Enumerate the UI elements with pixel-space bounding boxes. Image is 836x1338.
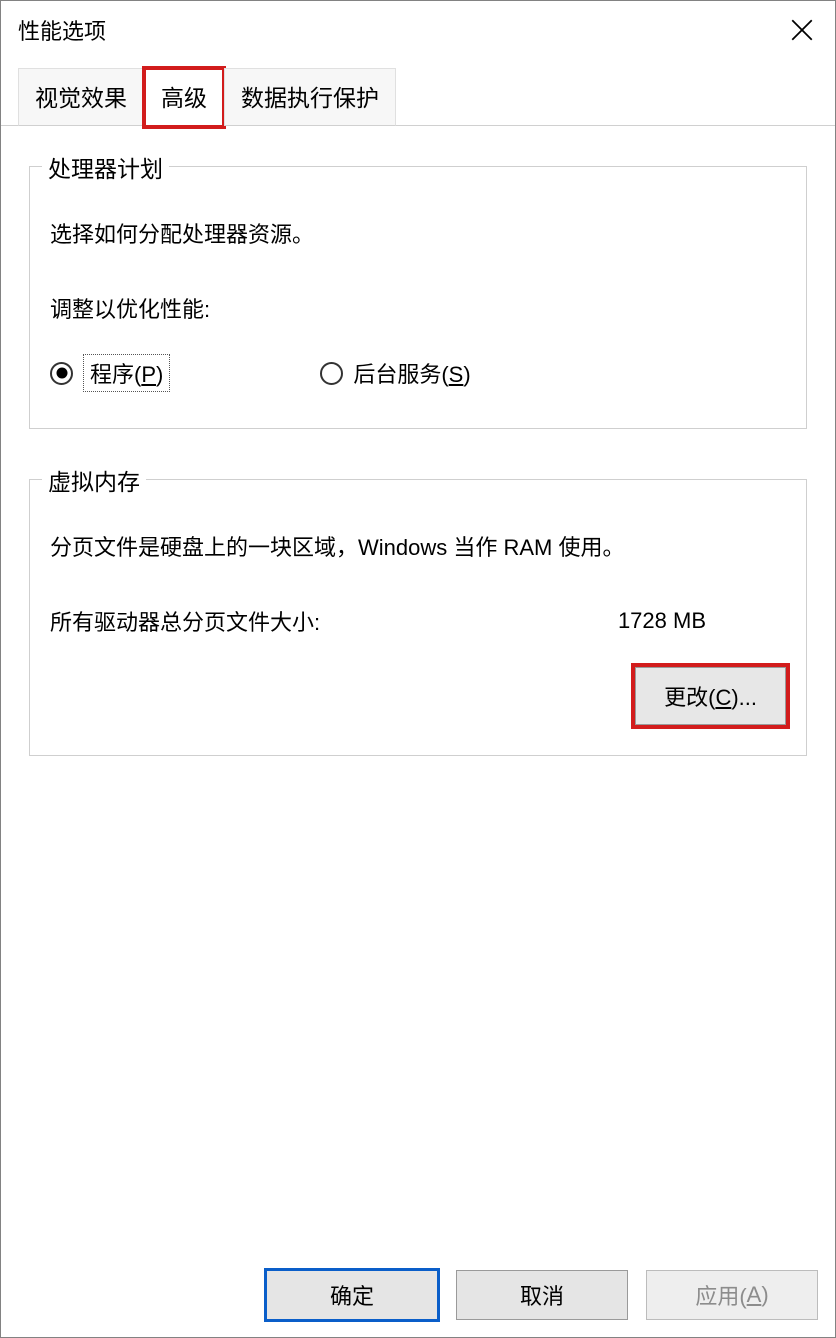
radio-background-services[interactable]: 后台服务(S) [320,357,470,389]
tab-visual-effects[interactable]: 视觉效果 [18,68,144,126]
close-icon [789,17,815,43]
tab-dep[interactable]: 数据执行保护 [224,68,396,126]
radio-programs-circle [50,362,73,385]
tab-bar: 视觉效果 高级 数据执行保护 [18,68,836,126]
tab-panel-advanced: 处理器计划 选择如何分配处理器资源。 调整以优化性能: 程序(P) 后台服务(S… [1,125,835,1300]
radio-background-circle [320,362,343,385]
processor-scheduling-group: 处理器计划 选择如何分配处理器资源。 调整以优化性能: 程序(P) 后台服务(S… [29,166,807,429]
processor-scheduling-legend: 处理器计划 [42,150,169,184]
titlebar: 性能选项 [0,0,836,60]
tab-advanced[interactable]: 高级 [144,68,224,127]
radio-programs-label: 程序(P) [83,354,170,392]
window-title: 性能选项 [18,14,106,46]
radio-row: 程序(P) 后台服务(S) [50,354,786,392]
adjust-for-best-performance-label: 调整以优化性能: [50,292,786,324]
paging-file-size-value: 1728 MB [618,608,706,634]
change-button[interactable]: 更改(C)... [635,667,786,725]
paging-file-size-label: 所有驱动器总分页文件大小: [50,605,320,637]
radio-background-label: 后台服务(S) [353,357,470,389]
virtual-memory-desc: 分页文件是硬盘上的一块区域，Windows 当作 RAM 使用。 [50,530,786,565]
close-button[interactable] [778,6,826,54]
processor-scheduling-desc: 选择如何分配处理器资源。 [50,217,786,252]
radio-programs[interactable]: 程序(P) [50,354,170,392]
virtual-memory-legend: 虚拟内存 [42,463,146,497]
virtual-memory-group: 虚拟内存 分页文件是硬盘上的一块区域，Windows 当作 RAM 使用。 所有… [29,479,807,756]
paging-file-size-row: 所有驱动器总分页文件大小: 1728 MB [50,605,786,637]
